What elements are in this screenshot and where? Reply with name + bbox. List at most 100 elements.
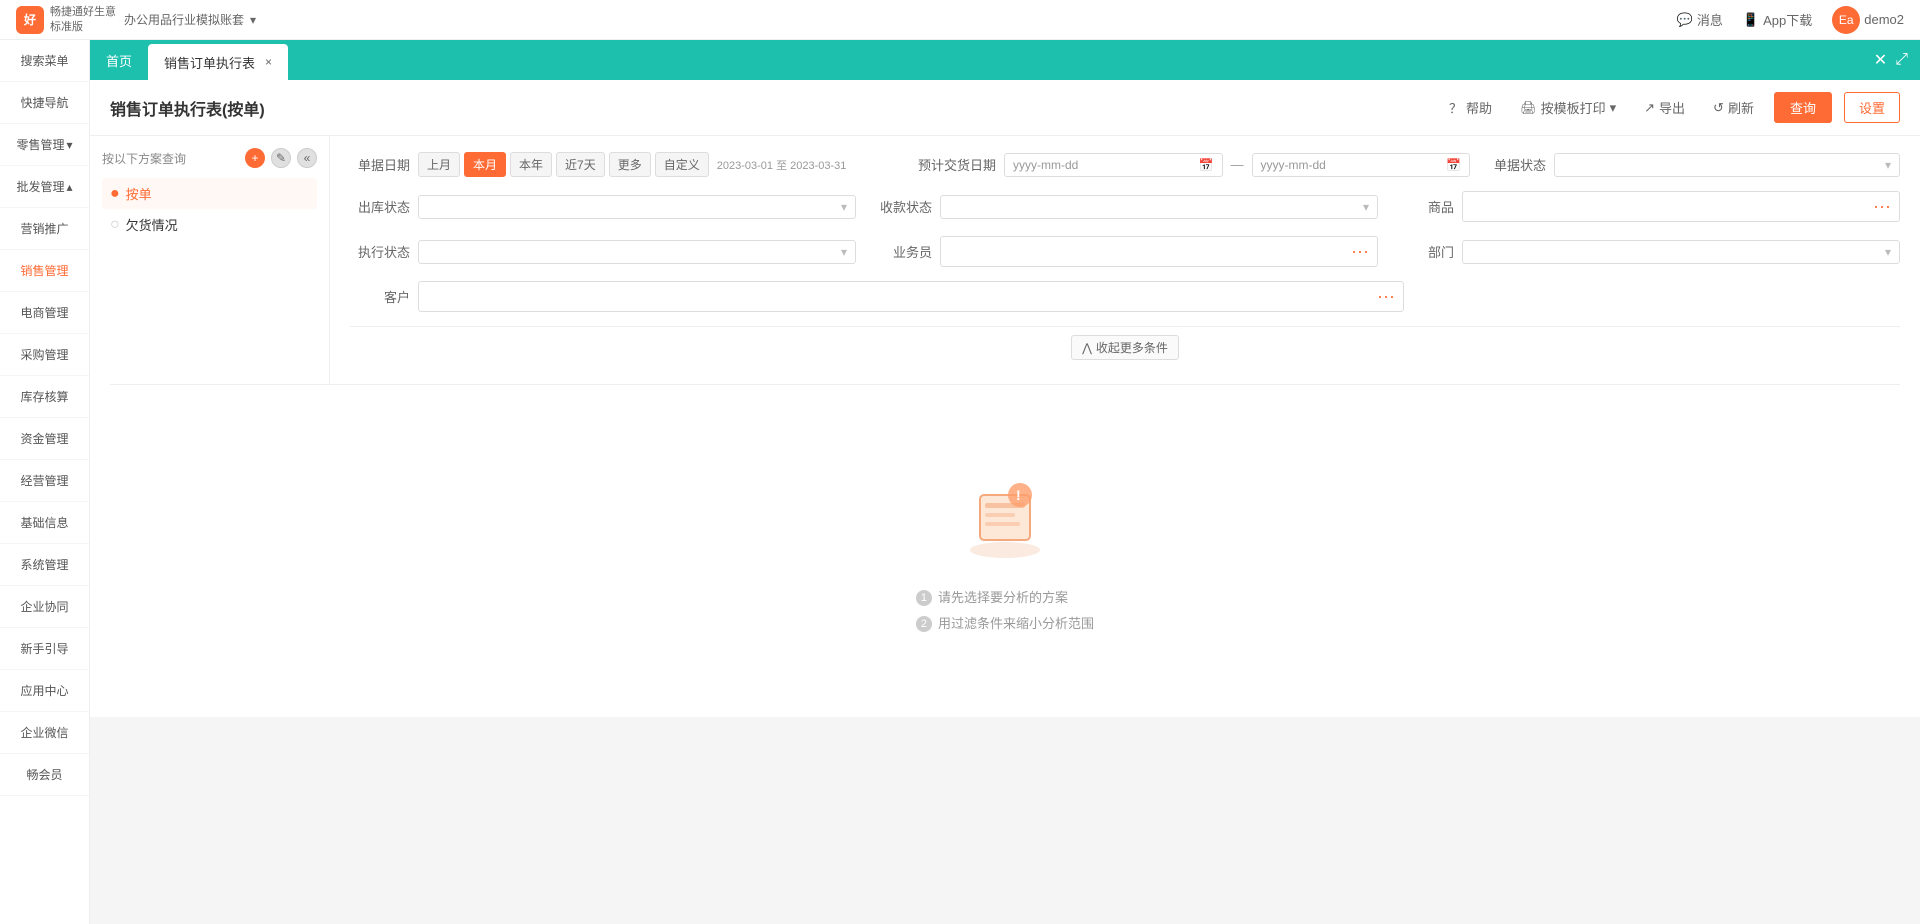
- dept-select[interactable]: ▾: [1462, 240, 1900, 264]
- export-icon: ↗: [1644, 100, 1655, 116]
- date-btn-more[interactable]: 更多: [609, 152, 651, 177]
- sidebar-item-newbie[interactable]: 新手引导: [0, 628, 89, 670]
- collapse-row: ⋀ 收起更多条件: [350, 326, 1900, 368]
- sidebar-item-basicinfo[interactable]: 基础信息: [0, 502, 89, 544]
- collapse-panel-button[interactable]: «: [297, 148, 317, 168]
- empty-tip-1: 1 请先选择要分析的方案: [916, 585, 1094, 611]
- exec-dropdown-icon: ▾: [841, 245, 847, 259]
- sidebar-item-member[interactable]: 畅会员: [0, 754, 89, 796]
- sidebar-item-appcenter[interactable]: 应用中心: [0, 670, 89, 712]
- sidebar-item-system[interactable]: 系统管理: [0, 544, 89, 586]
- date-separator: —: [1227, 157, 1248, 172]
- filter-dept: 部门 ▾: [1394, 240, 1900, 264]
- sidebar-item-wholesale[interactable]: 批发管理 ▴: [0, 166, 89, 208]
- help-button[interactable]: ？ 帮助: [1441, 94, 1500, 121]
- date-label: 单据日期: [350, 155, 410, 174]
- message-icon: 💬: [1677, 12, 1693, 28]
- dropdown-arrow-icon: ▾: [250, 13, 256, 27]
- outstock-dropdown-icon: ▾: [841, 200, 847, 214]
- outstock-select[interactable]: ▾: [418, 195, 856, 219]
- tab-home[interactable]: 首页: [90, 40, 148, 80]
- tab-expand-area: ✕ ⤢: [1862, 40, 1920, 80]
- filter-forecast-date: 预计交货日期 yyyy-mm-dd 📅 — yyyy-mm-dd: [918, 153, 1470, 177]
- content-area: 首页 销售订单执行表 × ✕ ⤢ 销售订单执行表(按单) ？: [90, 40, 1920, 924]
- filter-status: 单据状态 ▾: [1486, 153, 1900, 177]
- print-dropdown-icon: ▾: [1610, 100, 1617, 116]
- sidebar-item-operations[interactable]: 经营管理: [0, 460, 89, 502]
- help-icon: ？: [1449, 98, 1462, 117]
- empty-illustration: !: [955, 465, 1055, 565]
- filter-product: 商品 ···: [1394, 191, 1900, 222]
- sidebar-item-purchase[interactable]: 采购管理: [0, 334, 89, 376]
- date-btn-this-month[interactable]: 本月: [464, 152, 506, 177]
- tab-close-button[interactable]: ×: [265, 55, 272, 69]
- plan-item-backorder[interactable]: ○ 欠货情况: [102, 209, 317, 240]
- edit-plan-button[interactable]: ✎: [271, 148, 291, 168]
- product-more-icon: ···: [1873, 196, 1891, 217]
- plan-inactive-icon: ○: [110, 216, 120, 234]
- top-bar: 好 畅捷通好生意 标准版 办公用品行业模拟账套 ▾ 💬 消息 📱 App下载 E…: [0, 0, 1920, 40]
- filter-salesman: 业务员 ···: [872, 236, 1378, 267]
- exec-select[interactable]: ▾: [418, 240, 856, 264]
- print-button[interactable]: 🖨 按模板打印 ▾: [1512, 94, 1624, 121]
- expand-icon[interactable]: ⤢: [1895, 51, 1908, 69]
- customer-label: 客户: [350, 287, 410, 306]
- status-select[interactable]: ▾: [1554, 153, 1900, 177]
- sidebar-item-wechat[interactable]: 企业微信: [0, 712, 89, 754]
- filter-row-1: 单据日期 上月 本月 本年 近7天 更多 自定义: [350, 152, 1900, 177]
- sidebar-item-search[interactable]: 搜索菜单: [0, 40, 89, 82]
- calendar-icon: 📅: [1199, 158, 1214, 172]
- main-layout: 搜索菜单 快捷导航 零售管理 ▾ 批发管理 ▴ 营销推广 销售管理 电商管理 采…: [0, 40, 1920, 924]
- date-btn-this-year[interactable]: 本年: [510, 152, 552, 177]
- query-button[interactable]: 查询: [1774, 92, 1832, 123]
- date-btn-custom[interactable]: 自定义: [655, 152, 709, 177]
- sidebar-item-sales[interactable]: 销售管理: [0, 250, 89, 292]
- forecast-date-label: 预计交货日期: [918, 155, 996, 174]
- dept-label: 部门: [1394, 242, 1454, 261]
- date-btn-7days[interactable]: 近7天: [556, 152, 605, 177]
- tab-bar: 首页 销售订单执行表 × ✕ ⤢: [90, 40, 1920, 80]
- plan-item-by-order[interactable]: ● 按单: [102, 178, 317, 209]
- svg-text:!: !: [1016, 487, 1021, 503]
- filter-row-4: 客户 ···: [350, 281, 1900, 312]
- status-label: 单据状态: [1486, 155, 1546, 174]
- forecast-date-end[interactable]: yyyy-mm-dd 📅: [1252, 153, 1471, 177]
- messages-button[interactable]: 💬 消息: [1677, 10, 1723, 29]
- filter-right: 单据日期 上月 本月 本年 近7天 更多 自定义: [330, 136, 1920, 384]
- close-window-icon[interactable]: ✕: [1874, 50, 1887, 70]
- status-dropdown-icon: ▾: [1885, 158, 1891, 172]
- page-title: 销售订单执行表(按单): [110, 96, 265, 120]
- sidebar-item-marketing[interactable]: 营销推广: [0, 208, 89, 250]
- customer-select[interactable]: ···: [418, 281, 1404, 312]
- app-selector[interactable]: 办公用品行业模拟账套 ▾: [124, 11, 256, 28]
- payment-dropdown-icon: ▾: [1363, 200, 1369, 214]
- page-header: 销售订单执行表(按单) ？ 帮助 🖨 按模板打印 ▾ ↗: [90, 80, 1920, 136]
- date-btn-last-month[interactable]: 上月: [418, 152, 460, 177]
- collapse-button[interactable]: ⋀ 收起更多条件: [1071, 335, 1179, 360]
- export-button[interactable]: ↗ 导出: [1636, 94, 1693, 121]
- app-download-button[interactable]: 📱 App下载: [1743, 10, 1812, 29]
- settings-button[interactable]: 设置: [1844, 92, 1900, 123]
- outstock-label: 出库状态: [350, 197, 410, 216]
- refresh-button[interactable]: ↺ 刷新: [1705, 94, 1762, 121]
- sidebar-item-enterprise[interactable]: 企业协同: [0, 586, 89, 628]
- tab-active[interactable]: 销售订单执行表 ×: [148, 44, 288, 80]
- payment-select[interactable]: ▾: [940, 195, 1378, 219]
- forecast-date-start[interactable]: yyyy-mm-dd 📅: [1004, 153, 1223, 177]
- add-plan-button[interactable]: +: [245, 148, 265, 168]
- product-label: 商品: [1394, 197, 1454, 216]
- filter-area: 按以下方案查询 + ✎ « ● 按单 ○: [90, 136, 1920, 384]
- salesman-select[interactable]: ···: [940, 236, 1378, 267]
- sidebar-item-ecommerce[interactable]: 电商管理: [0, 292, 89, 334]
- sidebar-item-retail[interactable]: 零售管理 ▾: [0, 124, 89, 166]
- sidebar-item-inventory[interactable]: 库存核算: [0, 376, 89, 418]
- sidebar-item-finance[interactable]: 资金管理: [0, 418, 89, 460]
- exec-label: 执行状态: [350, 242, 410, 261]
- filter-row-2: 出库状态 ▾ 收款状态 ▾: [350, 191, 1900, 222]
- sidebar-item-quicknav[interactable]: 快捷导航: [0, 82, 89, 124]
- product-select[interactable]: ···: [1462, 191, 1900, 222]
- user-profile[interactable]: Ea demo2: [1832, 6, 1904, 34]
- logo-icon: 好: [16, 6, 44, 34]
- filter-panel-title: 按以下方案查询 + ✎ «: [102, 148, 317, 168]
- filter-customer: 客户 ···: [350, 281, 1404, 312]
